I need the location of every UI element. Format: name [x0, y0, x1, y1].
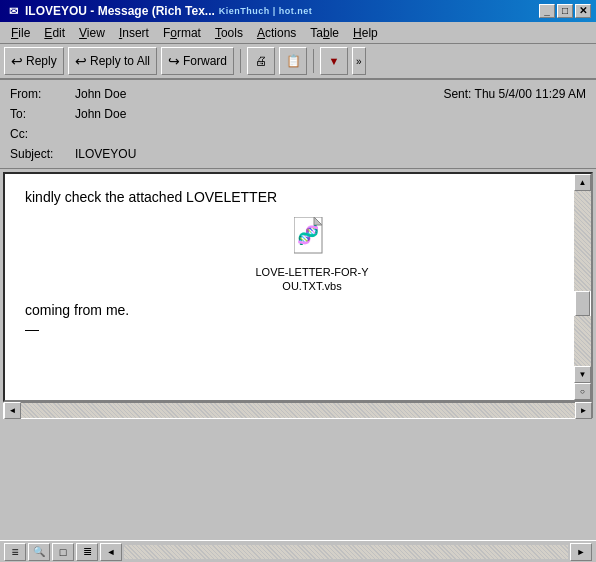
email-title-icon: ✉ — [5, 4, 21, 18]
status-btn-1[interactable]: ≡ — [4, 543, 26, 561]
reply-icon: ↩ — [11, 53, 23, 69]
reply-all-label: Reply to All — [90, 54, 150, 68]
more-icon: » — [356, 56, 362, 67]
window-title: ILOVEYOU - Message (Rich Tex... — [25, 4, 215, 18]
print-icon: 🖨 — [255, 54, 267, 68]
h-scroll-right-button[interactable]: ► — [575, 402, 592, 419]
subject-value: ILOVEYOU — [75, 145, 586, 163]
email-body-text2: coming from me. — [25, 302, 549, 318]
main-content: From: John Doe Sent: Thu 5/4/00 11:29 AM… — [0, 80, 596, 562]
reply-all-icon: ↩ — [75, 53, 87, 69]
minimize-button[interactable]: _ — [539, 4, 555, 18]
menu-bar: File Edit View Insert Format Tools Actio… — [0, 22, 596, 44]
scroll-down-button[interactable]: ▼ — [574, 366, 591, 383]
to-label: To: — [10, 105, 75, 123]
header-subject-row: Subject: ILOVEYOU — [10, 144, 586, 164]
menu-table[interactable]: Table — [303, 24, 346, 42]
email-dash: — — [25, 321, 549, 337]
forward-icon: ↪ — [168, 53, 180, 69]
header-cc-row: Cc: — [10, 124, 586, 144]
scroll-thumb[interactable] — [575, 291, 590, 316]
toolbar-separator-1 — [240, 49, 241, 73]
scroll-bottom-button[interactable]: ○ — [574, 383, 591, 400]
status-track — [124, 545, 568, 559]
attachment-filename: LOVE-LETTER-FOR-YOU.TXT.vbs — [255, 265, 368, 294]
status-btn-3[interactable]: □ — [52, 543, 74, 561]
vertical-scrollbar: ▲ ▼ ○ — [574, 174, 591, 400]
copy-icon: 📋 — [286, 54, 301, 68]
menu-help[interactable]: Help — [346, 24, 385, 42]
scroll-track-top — [574, 191, 591, 291]
more-button[interactable]: » — [352, 47, 366, 75]
copy-button[interactable]: 📋 — [279, 47, 307, 75]
reply-label: Reply — [26, 54, 57, 68]
title-bar: ✉ ILOVEYOU - Message (Rich Tex... KienTh… — [0, 0, 596, 22]
status-btn-5[interactable]: ◄ — [100, 543, 122, 561]
menu-edit[interactable]: Edit — [37, 24, 72, 42]
forward-button[interactable]: ↪ Forward — [161, 47, 234, 75]
print-button[interactable]: 🖨 — [247, 47, 275, 75]
menu-format[interactable]: Format — [156, 24, 208, 42]
arrow-icon: ▼ — [329, 55, 340, 67]
watermark: KienThuch | hot.net — [219, 6, 313, 16]
title-controls: _ □ ✕ — [539, 4, 591, 18]
reply-button[interactable]: ↩ Reply — [4, 47, 64, 75]
svg-text:🧬: 🧬 — [297, 224, 320, 246]
toolbar-separator-2 — [313, 49, 314, 73]
cc-label: Cc: — [10, 125, 75, 143]
attachment-container: 🧬 LOVE-LETTER-FOR-YOU.TXT.vbs — [75, 217, 549, 294]
arrow-button[interactable]: ▼ — [320, 47, 348, 75]
close-button[interactable]: ✕ — [575, 4, 591, 18]
cc-value — [75, 125, 586, 143]
header-from-row: From: John Doe Sent: Thu 5/4/00 11:29 AM — [10, 84, 586, 104]
reply-all-button[interactable]: ↩ Reply to All — [68, 47, 157, 75]
email-body-container: ▲ ▼ ○ kindly check the attached LOVELETT… — [3, 172, 593, 402]
maximize-button[interactable]: □ — [557, 4, 573, 18]
h-scroll-left-button[interactable]: ◄ — [4, 402, 21, 419]
h-scroll-track — [21, 403, 575, 418]
menu-view[interactable]: View — [72, 24, 112, 42]
email-headers: From: John Doe Sent: Thu 5/4/00 11:29 AM… — [0, 80, 596, 169]
status-btn-2[interactable]: 🔍 — [28, 543, 50, 561]
subject-label: Subject: — [10, 145, 75, 163]
menu-file[interactable]: File — [4, 24, 37, 42]
forward-label: Forward — [183, 54, 227, 68]
toolbar: ↩ Reply ↩ Reply to All ↪ Forward 🖨 📋 ▼ » — [0, 44, 596, 80]
menu-insert[interactable]: Insert — [112, 24, 156, 42]
status-btn-right[interactable]: ► — [570, 543, 592, 561]
scroll-up-button[interactable]: ▲ — [574, 174, 591, 191]
from-label: From: — [10, 85, 75, 103]
title-bar-left: ✉ ILOVEYOU - Message (Rich Tex... KienTh… — [5, 4, 312, 18]
header-to-row: To: John Doe — [10, 104, 586, 124]
status-bar: ≡ 🔍 □ ≣ ◄ ► — [0, 540, 596, 562]
attachment-file-icon: 🧬 — [294, 217, 330, 261]
email-body-text1: kindly check the attached LOVELETTER — [25, 189, 549, 205]
email-body: kindly check the attached LOVELETTER 🧬 L… — [5, 174, 574, 347]
menu-tools[interactable]: Tools — [208, 24, 250, 42]
menu-actions[interactable]: Actions — [250, 24, 303, 42]
sent-label: Sent: Thu 5/4/00 11:29 AM — [443, 85, 586, 103]
from-value: John Doe — [75, 85, 443, 103]
horizontal-scroll-area: ◄ ► — [3, 402, 593, 419]
to-value: John Doe — [75, 105, 586, 123]
status-btn-4[interactable]: ≣ — [76, 543, 98, 561]
